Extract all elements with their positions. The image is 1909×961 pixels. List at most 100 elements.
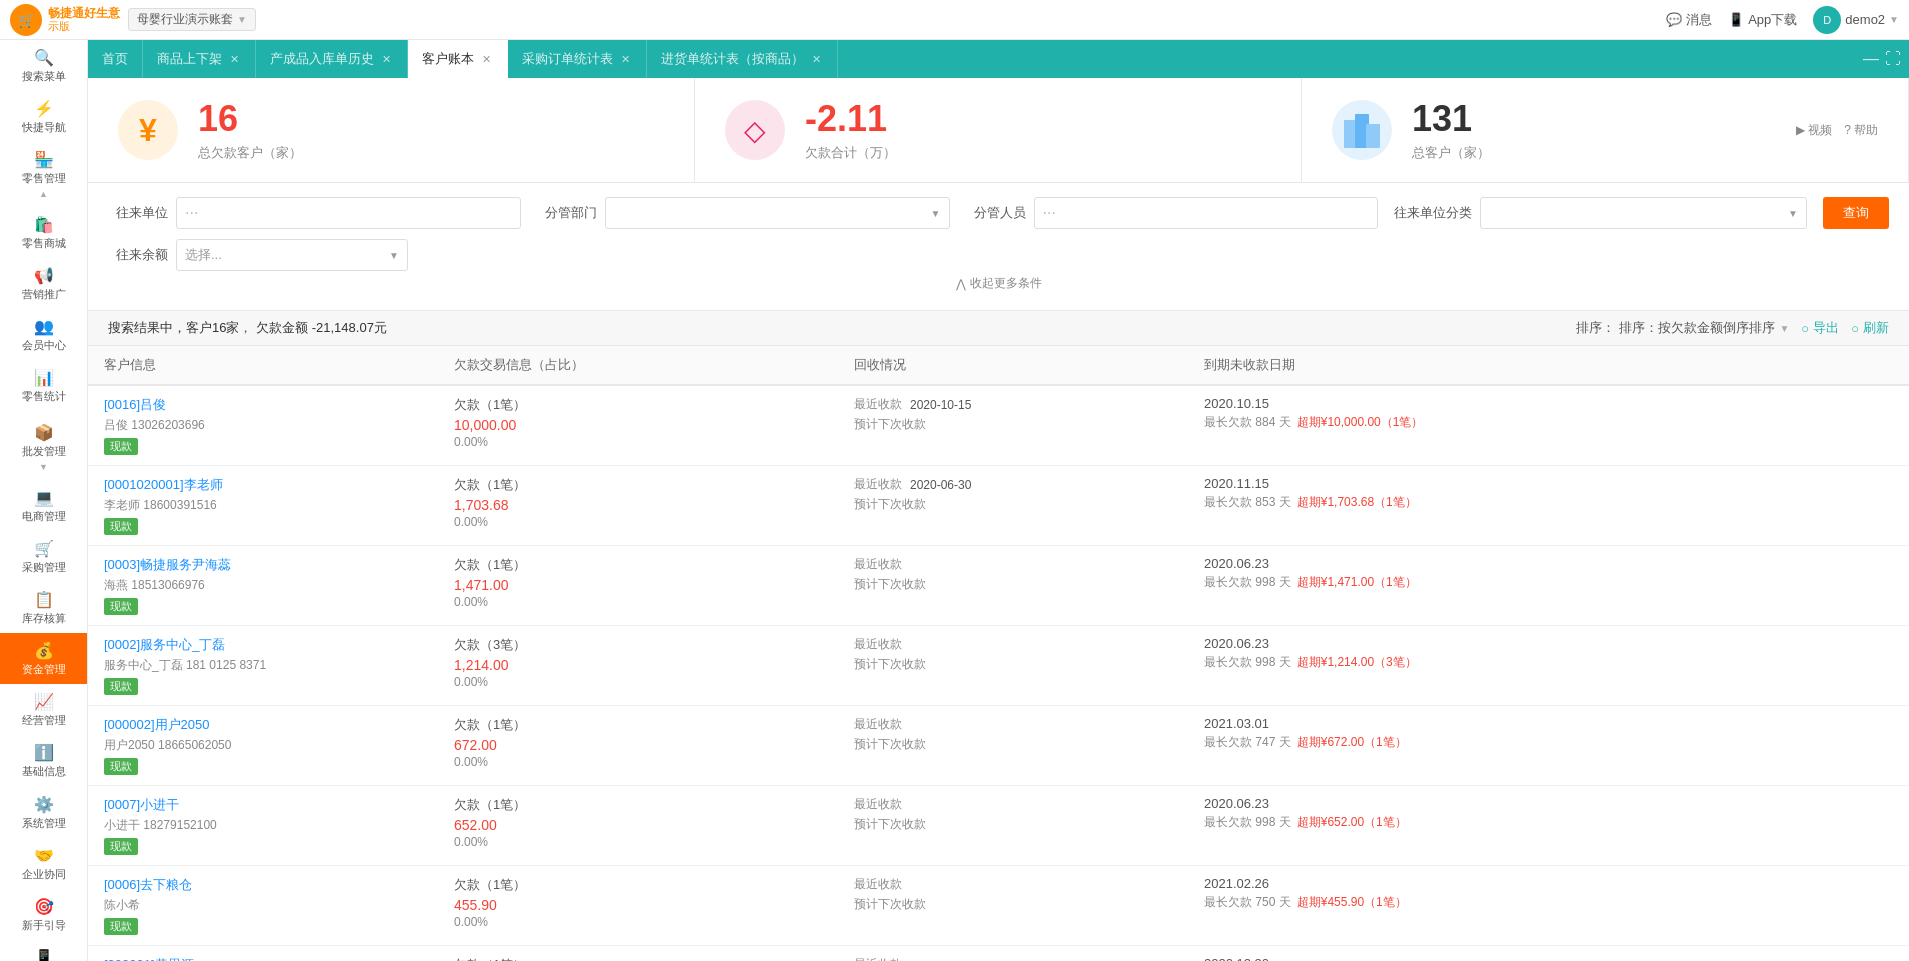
sort-selector[interactable]: 排序： 排序：按欠款金额倒序排序 ▼ (1576, 319, 1789, 337)
app-download-btn[interactable]: 📱 App下载 (1728, 11, 1797, 29)
sidebar-item-purchase[interactable]: 🛒 采购管理 (0, 531, 87, 582)
sidebar-item-newcomer[interactable]: 🎯 新手引导 (0, 889, 87, 940)
callback-label-2: 最近收款 (854, 556, 902, 573)
tab-purchase-order-close[interactable]: ✕ (619, 53, 632, 66)
debt-label-7: 欠款（1笔） (454, 956, 822, 961)
messages-btn[interactable]: 💬 消息 (1666, 11, 1712, 29)
due-overdue-2[interactable]: 超期¥1,471.00（1笔） (1297, 574, 1417, 591)
cell-debt-5: 欠款（1笔） 652.00 0.00% (438, 786, 838, 865)
tab-maximize-icon[interactable]: ⛶ (1885, 50, 1901, 68)
store-selector[interactable]: 母婴行业演示账套 ▼ (128, 8, 256, 31)
customer-tag-5: 现款 (104, 838, 138, 855)
due-overdue-6[interactable]: 超期¥455.90（1笔） (1297, 894, 1407, 911)
sidebar-item-retail-store[interactable]: 🛍️ 零售商城 (0, 207, 87, 258)
debt-percent-6: 0.00% (454, 915, 822, 929)
export-btn[interactable]: ○ 导出 (1801, 319, 1839, 337)
tab-product-list-close[interactable]: ✕ (228, 53, 241, 66)
customer-name-7[interactable]: [000001]黄思源 (104, 956, 422, 961)
filter-select-balance[interactable]: 选择... ▼ (176, 239, 408, 271)
top-bar: 🛒 畅捷通好生意 示版 母婴行业演示账套 ▼ 💬 消息 📱 App下载 D (0, 0, 1909, 40)
page-content: ¥ 16 总欠款客户（家） ◇ -2.11 欠款合计（万） (88, 78, 1909, 961)
due-overdue-5[interactable]: 超期¥652.00（1笔） (1297, 814, 1407, 831)
tab-product-instock[interactable]: 产成品入库单历史 ✕ (256, 40, 408, 78)
due-overdue-0[interactable]: 超期¥10,000.00（1笔） (1297, 414, 1424, 431)
customer-name-3[interactable]: [0002]服务中心_丁磊 (104, 636, 422, 654)
due-detail-2: 最长欠款 998 天 超期¥1,471.00（1笔） (1204, 574, 1893, 591)
tab-purchase-order[interactable]: 采购订单统计表 ✕ (508, 40, 647, 78)
tab-product-instock-close[interactable]: ✕ (380, 53, 393, 66)
stat-card-total-customers: 131 总客户（家） ▶ 视频 ? 帮助 (1302, 78, 1909, 182)
sidebar-item-inventory[interactable]: 📋 库存核算 (0, 582, 87, 633)
due-overdue-3[interactable]: 超期¥1,214.00（3笔） (1297, 654, 1417, 671)
customer-name-5[interactable]: [0007]小进干 (104, 796, 422, 814)
due-detail-3: 最长欠款 998 天 超期¥1,214.00（3笔） (1204, 654, 1893, 671)
help-label: 帮助 (1854, 122, 1878, 139)
filter-select-category[interactable]: ▼ (1480, 197, 1807, 229)
cell-customer-5: [0007]小进干 小进干 18279152100 现款 (88, 786, 438, 865)
sidebar-item-basic-info[interactable]: ℹ️ 基础信息 (0, 735, 87, 786)
sidebar-item-search[interactable]: 🔍 搜索菜单 (0, 40, 87, 91)
debt-amount-4[interactable]: 672.00 (454, 737, 822, 753)
refresh-btn[interactable]: ○ 刷新 (1851, 319, 1889, 337)
cell-callback-4: 最近收款 预计下次收款 (838, 706, 1188, 785)
filter-select-dept[interactable]: ▼ (605, 197, 950, 229)
tab-customer-account-close[interactable]: ✕ (480, 53, 493, 66)
stat-card-customers-debt: ¥ 16 总欠款客户（家） (88, 78, 695, 182)
sidebar-item-operation[interactable]: 📈 经营管理 (0, 684, 87, 735)
sidebar-item-retail-mgmt[interactable]: 🏪 零售管理 ▲ (0, 142, 87, 206)
due-overdue-4[interactable]: 超期¥672.00（1笔） (1297, 734, 1407, 751)
sidebar-item-retail-stats[interactable]: 📊 零售统计 (0, 360, 87, 411)
debt-label-0: 欠款（1笔） (454, 396, 822, 414)
stat-number-total: 131 (1412, 98, 1490, 140)
debt-label-4: 欠款（1笔） (454, 716, 822, 734)
customer-tag-6: 现款 (104, 918, 138, 935)
search-button[interactable]: 查询 (1823, 197, 1889, 229)
callback-next-2: 预计下次收款 (854, 576, 1172, 593)
tab-purchase-order-label: 采购订单统计表 (522, 50, 613, 68)
sidebar-item-quick-nav[interactable]: ⚡ 快捷导航 (0, 91, 87, 142)
header-callback: 回收情况 (838, 346, 1188, 384)
debt-amount-1[interactable]: 1,703.68 (454, 497, 822, 513)
video-icon: ▶ (1796, 123, 1805, 137)
filter-input-person[interactable]: ··· (1034, 197, 1379, 229)
customer-name-4[interactable]: [000002]用户2050 (104, 716, 422, 734)
tab-minimize-icon[interactable]: — (1863, 50, 1879, 68)
due-days-2: 最长欠款 998 天 (1204, 574, 1291, 591)
filter-label-dept: 分管部门 (537, 204, 597, 222)
due-overdue-1[interactable]: 超期¥1,703.68（1笔） (1297, 494, 1417, 511)
tab-instock-stats-close[interactable]: ✕ (810, 53, 823, 66)
tab-instock-stats[interactable]: 进货单统计表（按商品） ✕ (647, 40, 838, 78)
sidebar-item-enterprise[interactable]: 🤝 企业协同 (0, 838, 87, 889)
user-area[interactable]: D demo2 ▼ (1813, 6, 1899, 34)
tab-product-list[interactable]: 商品上下架 ✕ (143, 40, 256, 78)
sidebar-item-app-center[interactable]: 📱 应用中心 (0, 940, 87, 961)
sort-chevron-icon: ▼ (1779, 323, 1789, 334)
sidebar-item-system[interactable]: ⚙️ 系统管理 (0, 787, 87, 838)
customer-name-1[interactable]: [0001020001]李老师 (104, 476, 422, 494)
results-amount-label: 欠款金额 (256, 320, 308, 335)
customer-name-6[interactable]: [0006]去下粮仓 (104, 876, 422, 894)
customer-name-2[interactable]: [0003]畅捷服务尹海蕊 (104, 556, 422, 574)
debt-amount-3[interactable]: 1,214.00 (454, 657, 822, 673)
debt-amount-6[interactable]: 455.90 (454, 897, 822, 913)
customer-name-0[interactable]: [0016]吕俊 (104, 396, 422, 414)
sidebar-item-ecommerce[interactable]: 💻 电商管理 (0, 480, 87, 531)
collapse-btn[interactable]: ⋀ 收起更多条件 (108, 271, 1889, 296)
tab-customer-account[interactable]: 客户账本 ✕ (408, 40, 508, 78)
customer-tag-0: 现款 (104, 438, 138, 455)
debt-amount-0[interactable]: 10,000.00 (454, 417, 822, 433)
sidebar-item-batch-mgmt[interactable]: 📦 批发管理 ▼ (0, 415, 87, 479)
debt-amount-2[interactable]: 1,471.00 (454, 577, 822, 593)
filter-input-company[interactable]: ··· (176, 197, 521, 229)
video-action-btn[interactable]: ▶ 视频 (1796, 122, 1832, 139)
sidebar-label-retail-mgmt: 零售管理 (22, 172, 66, 185)
help-action-btn[interactable]: ? 帮助 (1844, 122, 1878, 139)
purchase-icon: 🛒 (34, 539, 54, 558)
svg-rect-2 (1366, 124, 1380, 148)
debt-amount-5[interactable]: 652.00 (454, 817, 822, 833)
sidebar-item-marketing[interactable]: 📢 营销推广 (0, 258, 87, 309)
tab-home[interactable]: 首页 (88, 40, 143, 78)
sidebar-item-finance[interactable]: 💰 资金管理 (0, 633, 87, 684)
sidebar-item-member[interactable]: 👥 会员中心 (0, 309, 87, 360)
cell-due-1: 2020.11.15 最长欠款 853 天 超期¥1,703.68（1笔） (1188, 466, 1909, 545)
